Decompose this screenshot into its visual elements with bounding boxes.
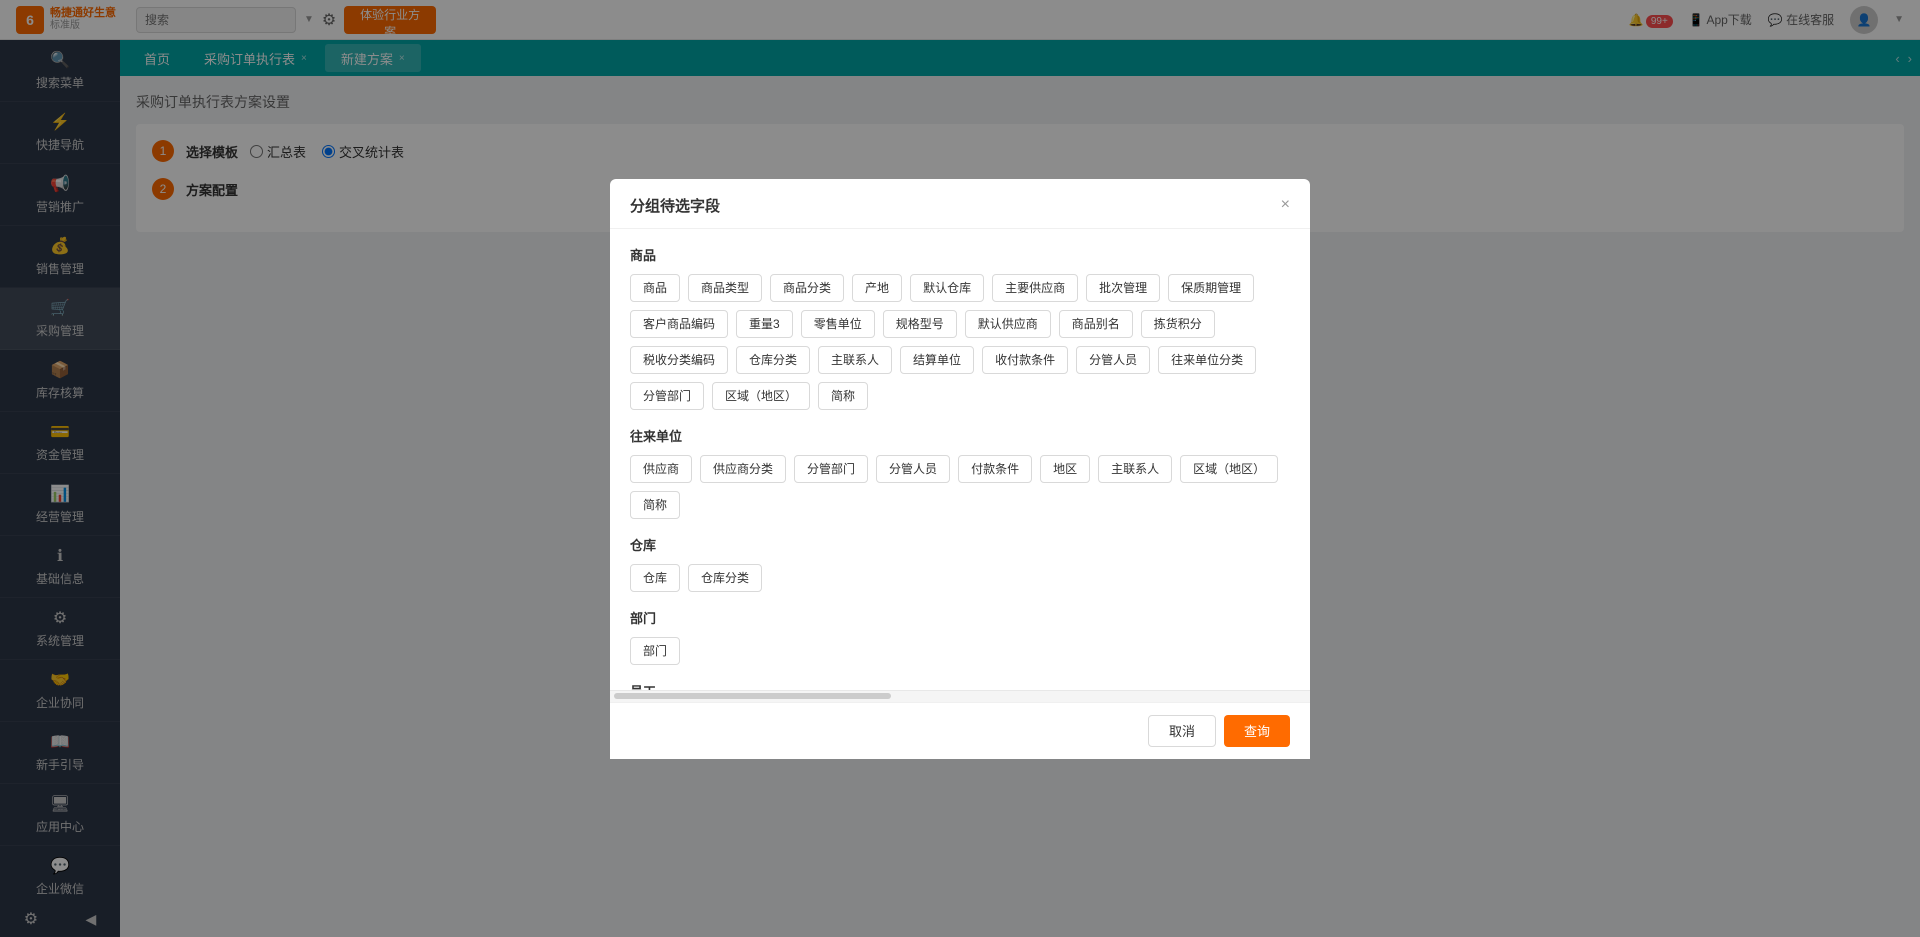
section-partner-title: 往来单位 (630, 426, 1290, 445)
cancel-button[interactable]: 取消 (1148, 715, 1216, 747)
partner-tags: 供应商 供应商分类 分管部门 分管人员 付款条件 地区 主联系人 区域（地区） … (630, 455, 1290, 519)
modal-overlay: 分组待选字段 × 商品 商品 商品类型 商品分类 产地 默认仓库 主要供应商 批… (0, 0, 1920, 937)
section-warehouse-title: 仓库 (630, 535, 1290, 554)
tag-product-23[interactable]: 区域（地区） (712, 382, 810, 410)
hscroll-thumb (614, 693, 891, 699)
tag-partner-2[interactable]: 分管部门 (794, 455, 868, 483)
tag-dept-0[interactable]: 部门 (630, 637, 680, 665)
confirm-button[interactable]: 查询 (1224, 715, 1290, 747)
tag-product-1[interactable]: 商品类型 (688, 274, 762, 302)
section-staff: 员工 业务员 (630, 681, 1290, 690)
modal-body[interactable]: 商品 商品 商品类型 商品分类 产地 默认仓库 主要供应商 批次管理 保质期管理… (610, 229, 1310, 690)
tag-product-21[interactable]: 往来单位分类 (1158, 346, 1256, 374)
tag-product-19[interactable]: 收付款条件 (982, 346, 1068, 374)
tag-product-0[interactable]: 商品 (630, 274, 680, 302)
tag-partner-5[interactable]: 地区 (1040, 455, 1090, 483)
tag-product-9[interactable]: 重量3 (736, 310, 793, 338)
tag-partner-6[interactable]: 主联系人 (1098, 455, 1172, 483)
section-dept: 部门 部门 (630, 608, 1290, 665)
tag-partner-3[interactable]: 分管人员 (876, 455, 950, 483)
tag-product-13[interactable]: 商品别名 (1059, 310, 1133, 338)
warehouse-tags: 仓库 仓库分类 (630, 564, 1290, 592)
tag-product-2[interactable]: 商品分类 (770, 274, 844, 302)
tag-product-24[interactable]: 简称 (818, 382, 868, 410)
tag-partner-0[interactable]: 供应商 (630, 455, 692, 483)
section-dept-title: 部门 (630, 608, 1290, 627)
dept-tags: 部门 (630, 637, 1290, 665)
tag-product-18[interactable]: 结算单位 (900, 346, 974, 374)
tag-product-10[interactable]: 零售单位 (801, 310, 875, 338)
tag-warehouse-1[interactable]: 仓库分类 (688, 564, 762, 592)
section-product-title: 商品 (630, 245, 1290, 264)
tag-product-17[interactable]: 主联系人 (818, 346, 892, 374)
modal-close-button[interactable]: × (1281, 197, 1290, 213)
section-product: 商品 商品 商品类型 商品分类 产地 默认仓库 主要供应商 批次管理 保质期管理… (630, 245, 1290, 410)
tag-product-16[interactable]: 仓库分类 (736, 346, 810, 374)
tag-partner-7[interactable]: 区域（地区） (1180, 455, 1278, 483)
product-tags: 商品 商品类型 商品分类 产地 默认仓库 主要供应商 批次管理 保质期管理 客户… (630, 274, 1290, 410)
tag-partner-4[interactable]: 付款条件 (958, 455, 1032, 483)
tag-partner-1[interactable]: 供应商分类 (700, 455, 786, 483)
tag-product-15[interactable]: 税收分类编码 (630, 346, 728, 374)
tag-product-14[interactable]: 拣货积分 (1141, 310, 1215, 338)
section-staff-title: 员工 (630, 681, 1290, 690)
tag-warehouse-0[interactable]: 仓库 (630, 564, 680, 592)
tag-product-8[interactable]: 客户商品编码 (630, 310, 728, 338)
modal-header: 分组待选字段 × (610, 179, 1310, 229)
tag-product-11[interactable]: 规格型号 (883, 310, 957, 338)
tag-product-20[interactable]: 分管人员 (1076, 346, 1150, 374)
section-warehouse: 仓库 仓库 仓库分类 (630, 535, 1290, 592)
modal-footer: 取消 查询 (610, 702, 1310, 759)
field-select-modal: 分组待选字段 × 商品 商品 商品类型 商品分类 产地 默认仓库 主要供应商 批… (610, 179, 1310, 759)
tag-product-5[interactable]: 主要供应商 (992, 274, 1078, 302)
tag-product-3[interactable]: 产地 (852, 274, 902, 302)
tag-partner-8[interactable]: 简称 (630, 491, 680, 519)
tag-product-12[interactable]: 默认供应商 (965, 310, 1051, 338)
modal-horizontal-scrollbar[interactable] (610, 690, 1310, 702)
tag-product-4[interactable]: 默认仓库 (910, 274, 984, 302)
modal-title: 分组待选字段 (630, 195, 720, 216)
tag-product-22[interactable]: 分管部门 (630, 382, 704, 410)
tag-product-7[interactable]: 保质期管理 (1168, 274, 1254, 302)
tag-product-6[interactable]: 批次管理 (1086, 274, 1160, 302)
section-partner: 往来单位 供应商 供应商分类 分管部门 分管人员 付款条件 地区 主联系人 区域… (630, 426, 1290, 519)
